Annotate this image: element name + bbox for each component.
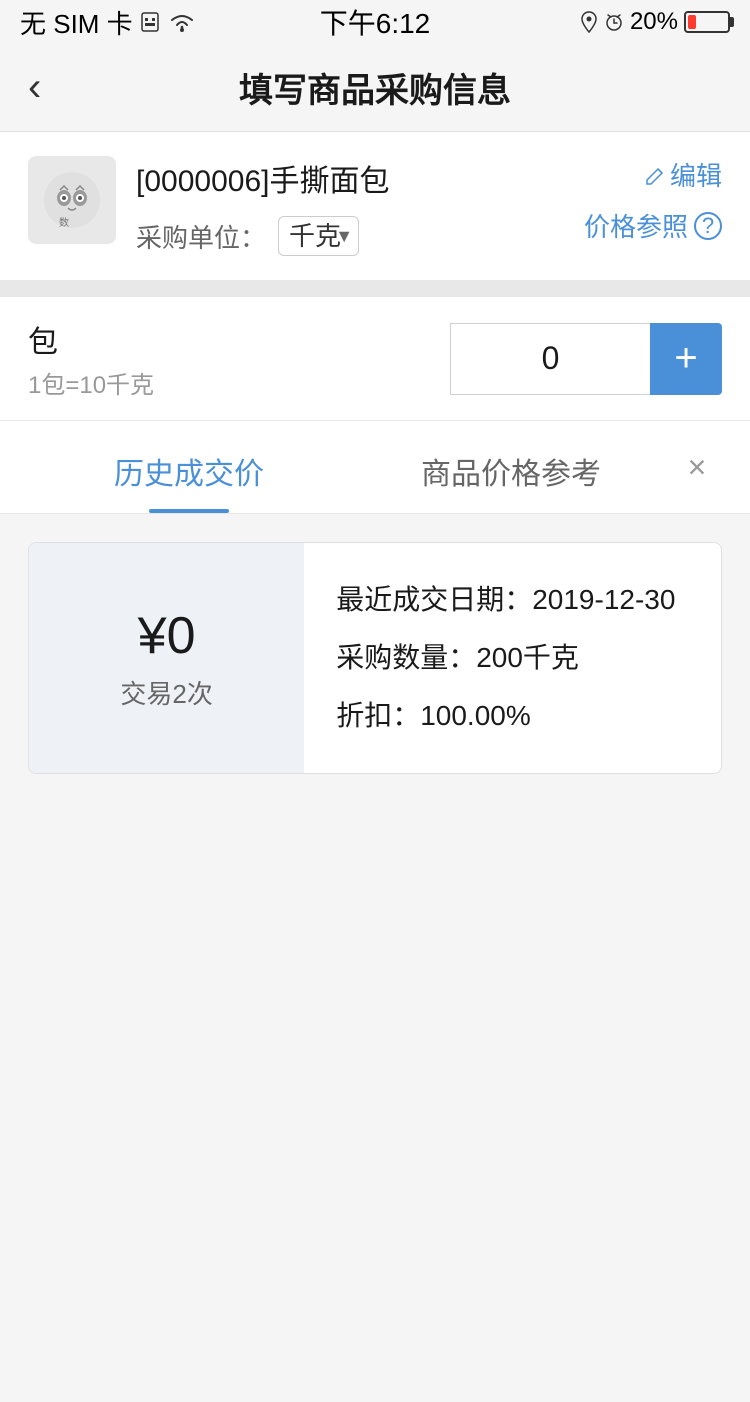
- main-content: [0, 802, 750, 1402]
- quantity-input-group: +: [450, 323, 722, 395]
- gray-divider: [0, 281, 750, 297]
- wifi-icon: [167, 11, 197, 33]
- product-card: 数 [0000006]手撕面包 采购单位： 千克 包: [0, 132, 750, 281]
- quantity-unit: 包: [28, 317, 154, 361]
- product-name: [0000006]手撕面包: [136, 156, 389, 200]
- nav-bar: ‹ 填写商品采购信息: [0, 44, 750, 132]
- tabs-container: 历史成交价 商品价格参考 ×: [0, 421, 750, 514]
- price-ref-button[interactable]: 价格参照 ?: [584, 207, 722, 244]
- tab-product-price-ref[interactable]: 商品价格参考: [350, 421, 672, 513]
- unit-label: 采购单位：: [136, 218, 266, 255]
- product-logo: 数: [42, 170, 102, 230]
- price-card-wrapper: ¥0 交易2次 最近成交日期：2019-12-30 采购数量：200千克 折扣：…: [0, 514, 750, 802]
- unit-select[interactable]: 千克 包: [278, 216, 359, 256]
- location-icon: [580, 11, 598, 33]
- status-bar: 无 SIM 卡 下午6:12 20%: [0, 0, 750, 44]
- product-info: [0000006]手撕面包 采购单位： 千克 包: [136, 156, 389, 256]
- battery-fill: [688, 15, 696, 29]
- sim-icon: [141, 12, 159, 32]
- battery-icon: [684, 11, 730, 33]
- quantity-conversion: 1包=10千克: [28, 365, 154, 400]
- carrier-label: 无 SIM 卡: [20, 4, 133, 41]
- quantity-input[interactable]: [450, 323, 650, 395]
- product-header: 数 [0000006]手撕面包 采购单位： 千克 包: [28, 156, 722, 256]
- price-card-left: ¥0 交易2次: [29, 543, 304, 773]
- status-time: 下午6:12: [320, 2, 431, 42]
- alarm-icon: [604, 12, 624, 32]
- status-right: 20%: [580, 8, 730, 36]
- quantity-label: 包 1包=10千克: [28, 317, 154, 400]
- price-detail-row-qty: 采购数量：200千克: [336, 637, 689, 679]
- tab-history-price[interactable]: 历史成交价: [28, 421, 350, 513]
- product-image: 数: [28, 156, 116, 244]
- edit-button[interactable]: 编辑: [644, 156, 722, 193]
- price-detail-row-discount: 折扣：100.00%: [336, 695, 689, 737]
- page-title: 填写商品采购信息: [239, 63, 511, 112]
- svg-text:数: 数: [59, 216, 69, 229]
- tabs-close-button[interactable]: ×: [672, 442, 722, 492]
- price-detail-row-date: 最近成交日期：2019-12-30: [336, 579, 689, 621]
- back-button[interactable]: ‹: [28, 65, 41, 110]
- product-left: 数 [0000006]手撕面包 采购单位： 千克 包: [28, 156, 389, 256]
- quantity-plus-button[interactable]: +: [650, 323, 722, 395]
- price-card: ¥0 交易2次 最近成交日期：2019-12-30 采购数量：200千克 折扣：…: [28, 542, 722, 774]
- battery-percent: 20%: [630, 8, 678, 36]
- quantity-row: 包 1包=10千克 +: [0, 297, 750, 421]
- price-amount: ¥0: [138, 606, 196, 666]
- price-ref-help-icon: ?: [694, 212, 722, 240]
- price-trades: 交易2次: [120, 674, 212, 711]
- unit-select-wrapper[interactable]: 千克 包: [278, 216, 359, 256]
- price-card-right: 最近成交日期：2019-12-30 采购数量：200千克 折扣：100.00%: [304, 543, 721, 773]
- product-unit-row: 采购单位： 千克 包: [136, 216, 389, 256]
- edit-icon: [644, 164, 666, 186]
- status-left: 无 SIM 卡: [20, 4, 197, 41]
- tabs-header: 历史成交价 商品价格参考 ×: [0, 421, 750, 513]
